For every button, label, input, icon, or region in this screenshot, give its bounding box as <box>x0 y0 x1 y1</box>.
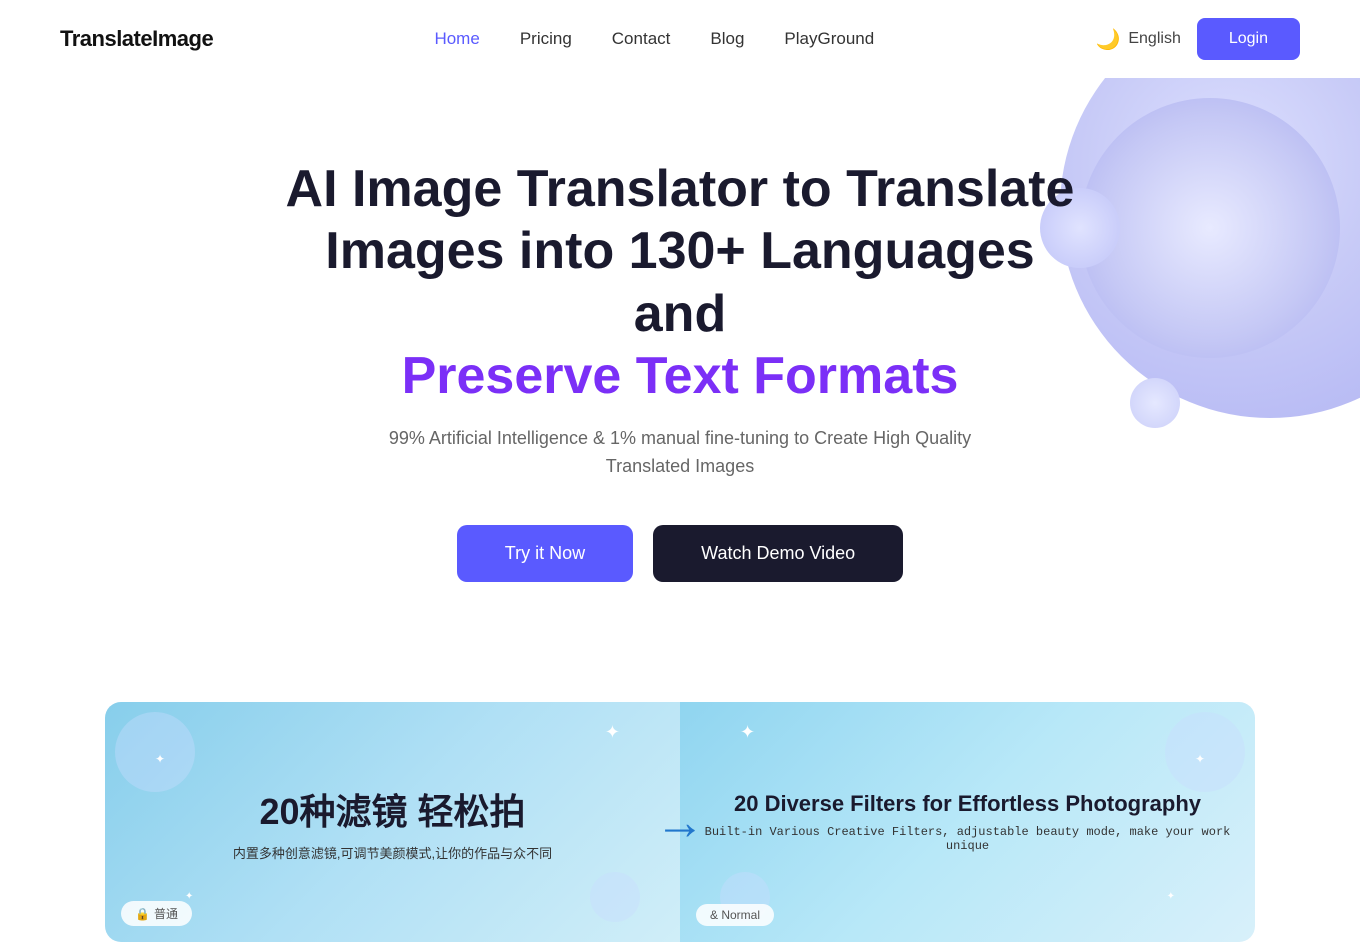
nav-playground[interactable]: PlayGround <box>784 29 874 49</box>
circle-large <box>1060 78 1360 418</box>
sparkle-6: ✦ <box>1167 891 1175 902</box>
sparkle-3: ✦ <box>185 891 193 902</box>
language-selector[interactable]: 🌙 English <box>1095 27 1180 52</box>
login-button[interactable]: Login <box>1197 18 1300 60</box>
sparkle-2: ✦ <box>155 752 165 766</box>
sparkle-4: ✦ <box>740 722 755 743</box>
hero-subtitle: 99% Artificial Intelligence & 1% manual … <box>370 424 990 482</box>
sparkle-1: ✦ <box>605 722 620 743</box>
watch-demo-button[interactable]: Watch Demo Video <box>653 525 903 582</box>
hero-title-line3: Preserve Text Formats <box>402 347 959 405</box>
nav-right: 🌙 English Login <box>1095 18 1300 60</box>
logo[interactable]: TranslateImage <box>60 26 213 52</box>
demo-section: ✦ ✦ ✦ 20种滤镜 轻松拍 内置多种创意滤镜,可调节美颜模式,让你的作品与众… <box>0 642 1360 942</box>
circle-tiny <box>1130 378 1180 428</box>
translation-arrow: → <box>655 793 705 851</box>
moon-icon: 🌙 <box>1095 27 1120 52</box>
navbar: TranslateImage Home Pricing Contact Blog… <box>0 0 1360 78</box>
nav-pricing[interactable]: Pricing <box>520 29 572 49</box>
demo-badge-left: 🔒 普通 <box>121 901 192 926</box>
demo-right: ✦ ✦ ✦ 20 Diverse Filters for Effortless … <box>680 702 1255 942</box>
hero-title-line2: Images into 130+ Languages and <box>325 222 1034 342</box>
hero-title-line1: AI Image Translator to Translate <box>286 160 1075 218</box>
demo-subtitle-en: Built-in Various Creative Filters, adjus… <box>700 825 1235 853</box>
nav-links: Home Pricing Contact Blog PlayGround <box>434 29 874 49</box>
circle-medium <box>1080 98 1340 358</box>
nav-home[interactable]: Home <box>434 29 479 49</box>
sparkle-5: ✦ <box>1195 752 1205 766</box>
deco-2 <box>590 872 640 922</box>
lock-icon: 🔒 <box>135 907 150 921</box>
language-label: English <box>1128 30 1180 48</box>
nav-blog[interactable]: Blog <box>710 29 744 49</box>
hero-buttons: Try it Now Watch Demo Video <box>40 525 1320 582</box>
demo-container: ✦ ✦ ✦ 20种滤镜 轻松拍 内置多种创意滤镜,可调节美颜模式,让你的作品与众… <box>105 702 1255 942</box>
deco-3 <box>1165 712 1245 792</box>
demo-badge-right: & Normal <box>696 904 774 926</box>
hero-title: AI Image Translator to Translate Images … <box>280 158 1080 408</box>
demo-title-cn: 20种滤镜 轻松拍 <box>259 783 525 835</box>
nav-contact[interactable]: Contact <box>612 29 671 49</box>
try-it-now-button[interactable]: Try it Now <box>457 525 633 582</box>
hero-section: AI Image Translator to Translate Images … <box>0 78 1360 642</box>
demo-title-en: 20 Diverse Filters for Effortless Photog… <box>734 791 1201 817</box>
demo-left: ✦ ✦ ✦ 20种滤镜 轻松拍 内置多种创意滤镜,可调节美颜模式,让你的作品与众… <box>105 702 680 942</box>
